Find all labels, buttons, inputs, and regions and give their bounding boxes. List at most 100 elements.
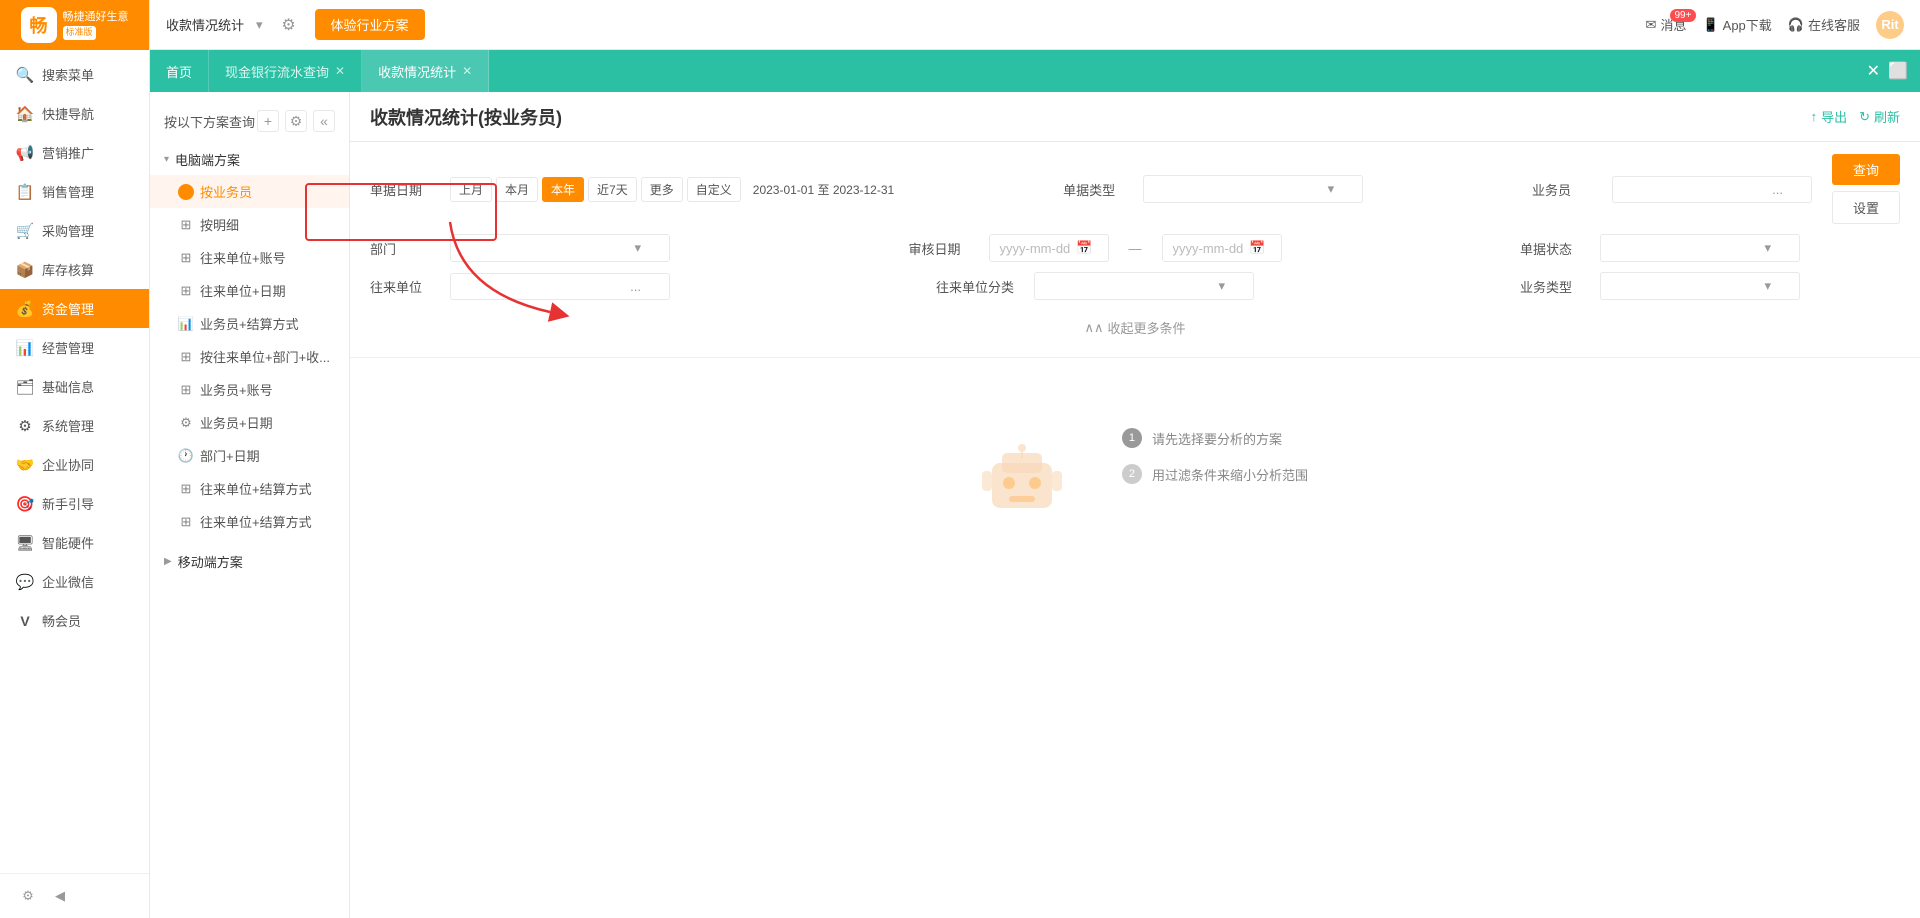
sidebar-item-search[interactable]: 🔍 搜索菜单 [0,55,149,94]
tree-item-partner-settle1[interactable]: ⊞ 往来单位+结算方式 [150,472,349,505]
empty-state: 1 请先选择要分析的方案 2 用过滤条件来缩小分析范围 [962,418,1308,538]
partner-select[interactable]: ... [450,273,670,300]
filter-row-1: 单据日期 上月 本月 本年 近7天 更多 自定义 2023-01-01 至 20… [370,154,1900,224]
sidebar-item-hardware[interactable]: 🖥 智能硬件 [0,523,149,562]
date-btn-7days[interactable]: 近7天 [588,177,637,202]
sidebar-item-capital[interactable]: 💰 资金管理 [0,289,149,328]
collapse-panel-button[interactable]: « [313,110,335,132]
desktop-section: ▾ 电脑端方案 按业务员 ⊞ 按明细 ⊞ 往来单位+账号 [150,140,349,542]
refresh-button[interactable]: ↻ 刷新 [1859,107,1900,126]
filter-row-2: 部门 ▾ 审核日期 yyyy-mm-dd 📅 — y [370,234,1900,262]
user-avatar[interactable]: Rit [1876,11,1904,39]
settings-icon[interactable]: ⚙ [16,884,40,908]
export-button[interactable]: ↑ 导出 [1811,107,1848,126]
mobile-section-label: 移动端方案 [178,552,243,571]
tab-home-label: 首页 [166,62,192,81]
purchase-icon: 🛒 [16,222,34,240]
calendar-from-icon: 📅 [1076,240,1092,256]
tab-bank[interactable]: 现金银行流水查询 ✕ [209,50,362,92]
tab-receipt[interactable]: 收款情况统计 ✕ [362,50,489,92]
date-btn-more[interactable]: 更多 [641,177,683,202]
sidebar-item-quicknav[interactable]: 🏠 快捷导航 [0,94,149,133]
biz-type-arrow-icon: ▾ [1764,278,1771,294]
page-title: 收款情况统计(按业务员) [370,104,562,130]
date-btn-thisyear[interactable]: 本年 [542,177,584,202]
sidebar-item-vip[interactable]: V 畅会员 [0,601,149,640]
tree-item-salesperson-settle[interactable]: 📊 业务员+结算方式 [150,307,349,340]
doc-type-select[interactable]: ▾ [1143,175,1363,203]
desktop-section-header[interactable]: ▾ 电脑端方案 [150,144,349,175]
setting-button[interactable]: 设置 [1832,191,1900,224]
sidebar-item-marketing[interactable]: 📢 营销推广 [0,133,149,172]
mobile-tree-arrow-icon: ▶ [164,556,172,567]
sidebar-item-sales[interactable]: 📋 销售管理 [0,172,149,211]
tab-bank-close[interactable]: ✕ [335,64,345,78]
scheme-gear-button[interactable]: ⚙ [285,110,307,132]
salesperson-account-icon: ⊞ [178,382,194,398]
mobile-section-header[interactable]: ▶ 移动端方案 [150,546,349,577]
date-btn-custom[interactable]: 自定义 [687,177,741,202]
marketing-icon: 📢 [16,144,34,162]
sidebar-item-newguide[interactable]: 🎯 新手引导 [0,484,149,523]
empty-step-2: 2 用过滤条件来缩小分析范围 [1122,464,1308,484]
doc-status-arrow-icon: ▾ [1764,240,1771,256]
sidebar-item-enterprise[interactable]: 🤝 企业协同 [0,445,149,484]
date-range-text: 2023-01-01 至 2023-12-31 [753,181,894,198]
export-icon: ↑ [1811,109,1818,124]
sidebar-item-system[interactable]: ⚙ 系统管理 [0,406,149,445]
partner-dept-icon: ⊞ [178,349,194,365]
tab-receipt-close[interactable]: ✕ [462,64,472,78]
sidebar-item-basicinfo[interactable]: 🗂 基础信息 [0,367,149,406]
tree-item-by-salesperson[interactable]: 按业务员 [150,175,349,208]
logo-text: 畅捷通好生意 标准版 [63,10,129,40]
sidebar-item-purchase[interactable]: 🛒 采购管理 [0,211,149,250]
app-download-button[interactable]: 📱 App下载 [1702,15,1771,34]
date-btn-thismonth[interactable]: 本月 [496,177,538,202]
review-date-from[interactable]: yyyy-mm-dd 📅 [989,234,1109,262]
salesperson-select[interactable]: ... [1612,176,1812,203]
message-button[interactable]: ✉ 消息 99+ [1646,15,1687,34]
tree-item-salesperson-account[interactable]: ⊞ 业务员+账号 [150,373,349,406]
date-btn-lastmonth[interactable]: 上月 [450,177,492,202]
filter-actions: 查询 设置 [1832,154,1900,224]
trial-button[interactable]: 体验行业方案 [315,9,425,40]
dept-select[interactable]: ▾ [450,234,670,262]
doc-status-select[interactable]: ▾ [1600,234,1800,262]
query-button[interactable]: 查询 [1832,154,1900,185]
salesperson-arrow-icon: ... [1772,182,1783,197]
partner-label: 往来单位 [370,277,430,296]
add-scheme-button[interactable]: + [257,110,279,132]
vip-icon: V [16,612,34,630]
tree-item-partner-account[interactable]: ⊞ 往来单位+账号 [150,241,349,274]
collapse-sidebar-icon[interactable]: ◀ [48,884,72,908]
sidebar-item-operations[interactable]: 📊 经营管理 [0,328,149,367]
hardware-icon: 🖥 [16,534,34,552]
close-tab-icon[interactable]: ✕ [1867,61,1880,81]
mobile-section: ▶ 移动端方案 [150,542,349,581]
empty-text: 1 请先选择要分析的方案 2 用过滤条件来缩小分析范围 [1122,418,1308,500]
biz-type-select[interactable]: ▾ [1600,272,1800,300]
step-1-num: 1 [1122,428,1142,448]
tree-item-by-detail[interactable]: ⊞ 按明细 [150,208,349,241]
topbar-gear-icon[interactable]: ⚙ [275,11,303,39]
maximize-icon[interactable]: ⬜ [1888,61,1908,81]
partner-category-select[interactable]: ▾ [1034,272,1254,300]
tree-item-partner-date[interactable]: ⊞ 往来单位+日期 [150,274,349,307]
tab-bank-label: 现金银行流水查询 [225,62,329,81]
tree-item-salesperson-date[interactable]: ⚙ 业务员+日期 [150,406,349,439]
collapse-filter-button[interactable]: ∧∧ 收起更多条件 [370,310,1900,345]
date-group: 上月 本月 本年 近7天 更多 自定义 2023-01-01 至 2023-12… [450,177,894,202]
tree-item-partner-settle2[interactable]: ⊞ 往来单位+结算方式 [150,505,349,538]
logo-icon: 畅 [21,7,57,43]
tab-home[interactable]: 首页 [150,50,209,92]
online-service-button[interactable]: 🎧 在线客服 [1788,15,1860,34]
tree-item-partner-dept[interactable]: ⊞ 按往来单位+部门+收... [150,340,349,373]
sidebar-item-wechat[interactable]: 💬 企业微信 [0,562,149,601]
review-date-to[interactable]: yyyy-mm-dd 📅 [1162,234,1282,262]
date-label: 单据日期 [370,180,430,199]
sidebar-item-inventory[interactable]: 📦 库存核算 [0,250,149,289]
dept-arrow-icon: ▾ [634,240,641,256]
tree-item-dept-date[interactable]: 🕐 部门+日期 [150,439,349,472]
topbar-dropdown-arrow[interactable]: ▾ [256,17,263,33]
salesperson-dot-icon [178,184,194,200]
